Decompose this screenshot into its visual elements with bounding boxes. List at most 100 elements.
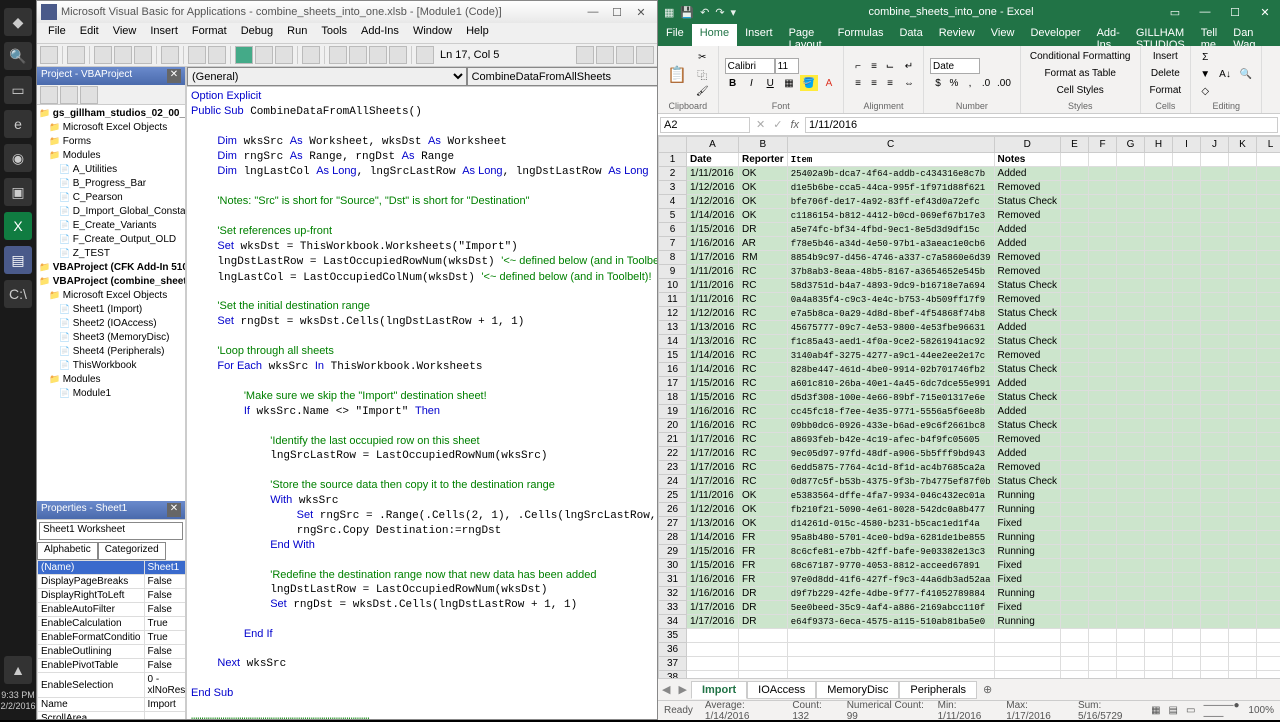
row-header[interactable]: 5: [659, 209, 687, 223]
row-header[interactable]: 19: [659, 405, 687, 419]
tab-nav-prev[interactable]: ◀: [658, 683, 674, 696]
cell-styles-button[interactable]: Cell Styles: [1054, 82, 1107, 98]
ribbon-tab-add-ins[interactable]: Add-Ins: [1089, 24, 1128, 46]
tree-node[interactable]: ThisWorkbook: [39, 359, 183, 373]
excel-icon[interactable]: X: [4, 212, 32, 240]
project-close-button[interactable]: ✕: [167, 69, 181, 83]
row-header[interactable]: 4: [659, 195, 687, 209]
design-button[interactable]: [302, 46, 320, 64]
tree-node[interactable]: gs_gillham_studios_02_00_02: [39, 107, 183, 121]
cond-format-button[interactable]: Conditional Formatting: [1027, 48, 1134, 64]
minimize-button[interactable]: —: [581, 6, 605, 19]
project-tree[interactable]: gs_gillham_studios_02_00_02Microsoft Exc…: [37, 105, 185, 501]
ribbon-tab-review[interactable]: Review: [931, 24, 983, 46]
break-button[interactable]: [255, 46, 273, 64]
autosum-button[interactable]: Σ: [1197, 50, 1213, 66]
qat-more-icon[interactable]: ▾: [731, 6, 737, 19]
percent-button[interactable]: %: [946, 75, 962, 91]
align-top-button[interactable]: ⌐: [850, 58, 866, 74]
tree-node[interactable]: Modules: [39, 373, 183, 387]
tray-icon[interactable]: ▲: [4, 656, 32, 684]
cancel-icon[interactable]: ✕: [752, 118, 769, 131]
paste-button[interactable]: [134, 46, 152, 64]
row-header[interactable]: 17: [659, 377, 687, 391]
tree-node[interactable]: Z_TEST: [39, 247, 183, 261]
tree-node[interactable]: Forms: [39, 135, 183, 149]
menu-help[interactable]: Help: [459, 23, 496, 43]
font-size-select[interactable]: [775, 58, 799, 74]
bold-button[interactable]: B: [725, 75, 741, 91]
row-header[interactable]: 1: [659, 153, 687, 167]
find-button[interactable]: [161, 46, 179, 64]
ribbon-tab-dan-wag-[interactable]: Dan Wag…: [1225, 24, 1274, 46]
redo-icon[interactable]: ↷: [715, 6, 724, 19]
row-header[interactable]: 22: [659, 447, 687, 461]
cut-button[interactable]: ✂: [693, 50, 712, 66]
maximize-button[interactable]: ☐: [1220, 6, 1250, 19]
reset-button[interactable]: [275, 46, 293, 64]
currency-button[interactable]: $: [930, 75, 946, 91]
row-header[interactable]: 8: [659, 251, 687, 265]
tree-node[interactable]: Sheet3 (MemoryDisc): [39, 331, 183, 345]
run-button[interactable]: [235, 46, 253, 64]
align-mid-button[interactable]: ≡: [866, 58, 882, 74]
minimize-button[interactable]: —: [1190, 6, 1220, 19]
browser-button[interactable]: [369, 46, 387, 64]
row-header[interactable]: 18: [659, 391, 687, 405]
col-header[interactable]: I: [1173, 137, 1201, 153]
tree-node[interactable]: C_Pearson: [39, 191, 183, 205]
tree-node[interactable]: F_Create_Output_OLD: [39, 233, 183, 247]
search-icon[interactable]: 🔍: [4, 42, 32, 70]
ribbon-tab-view[interactable]: View: [983, 24, 1023, 46]
view-object-button[interactable]: [60, 86, 78, 104]
add-sheet-button[interactable]: ⊕: [977, 683, 998, 696]
undo-icon[interactable]: ↶: [700, 6, 709, 19]
col-header[interactable]: D: [994, 137, 1060, 153]
row-header[interactable]: 25: [659, 489, 687, 503]
prop-tab-alphabetic[interactable]: Alphabetic: [37, 542, 98, 560]
vba-icon[interactable]: ▤: [4, 246, 32, 274]
row-header[interactable]: 31: [659, 573, 687, 587]
share-button[interactable]: Share: [1274, 24, 1280, 46]
menu-window[interactable]: Window: [406, 23, 459, 43]
tree-node[interactable]: Microsoft Excel Objects: [39, 121, 183, 135]
clock[interactable]: 9:33 PM 2/2/2016: [0, 687, 36, 715]
tree-node[interactable]: Modules: [39, 149, 183, 163]
vba-titlebar[interactable]: Microsoft Visual Basic for Applications …: [37, 1, 657, 23]
tree-node[interactable]: A_Utilities: [39, 163, 183, 177]
insert-cells-button[interactable]: Insert: [1150, 48, 1181, 64]
enter-icon[interactable]: ✓: [769, 118, 786, 131]
view-excel-button[interactable]: [40, 46, 58, 64]
select-all-corner[interactable]: [659, 137, 687, 153]
view-break-icon[interactable]: ▭: [1186, 705, 1195, 716]
save-button[interactable]: [67, 46, 85, 64]
merge-button[interactable]: ⇔: [901, 75, 917, 91]
properties-object-select[interactable]: Sheet1 Worksheet: [39, 522, 183, 540]
sort-filter-button[interactable]: A↓: [1216, 67, 1234, 83]
properties-close-button[interactable]: ✕: [167, 503, 181, 517]
col-header[interactable]: K: [1229, 137, 1257, 153]
view-normal-icon[interactable]: ▦: [1151, 705, 1160, 716]
row-header[interactable]: 27: [659, 517, 687, 531]
col-header[interactable]: H: [1145, 137, 1173, 153]
row-header[interactable]: 10: [659, 279, 687, 293]
tree-node[interactable]: E_Create_Variants: [39, 219, 183, 233]
col-header[interactable]: G: [1117, 137, 1145, 153]
col-header[interactable]: F: [1089, 137, 1117, 153]
tree-node[interactable]: B_Progress_Bar: [39, 177, 183, 191]
col-header[interactable]: A: [687, 137, 739, 153]
code-editor[interactable]: Option Explicit Public Sub CombineDataFr…: [187, 87, 657, 719]
ribbon-tab-formulas[interactable]: Formulas: [830, 24, 892, 46]
row-header[interactable]: 36: [659, 643, 687, 657]
menu-tools[interactable]: Tools: [314, 23, 354, 43]
menu-insert[interactable]: Insert: [143, 23, 185, 43]
indent-button[interactable]: [596, 46, 614, 64]
formula-input[interactable]: [805, 117, 1278, 133]
row-header[interactable]: 28: [659, 531, 687, 545]
dec-decimal-button[interactable]: .00: [994, 75, 1014, 91]
uncomment-button[interactable]: [636, 46, 654, 64]
tree-node[interactable]: Module1: [39, 387, 183, 401]
align-bot-button[interactable]: ⌙: [882, 58, 898, 74]
ribbon-tab-gillham-studios[interactable]: GILLHAM STUDIOS: [1128, 24, 1193, 46]
properties-grid[interactable]: (Name)Sheet1DisplayPageBreaksFalseDispla…: [37, 560, 185, 719]
